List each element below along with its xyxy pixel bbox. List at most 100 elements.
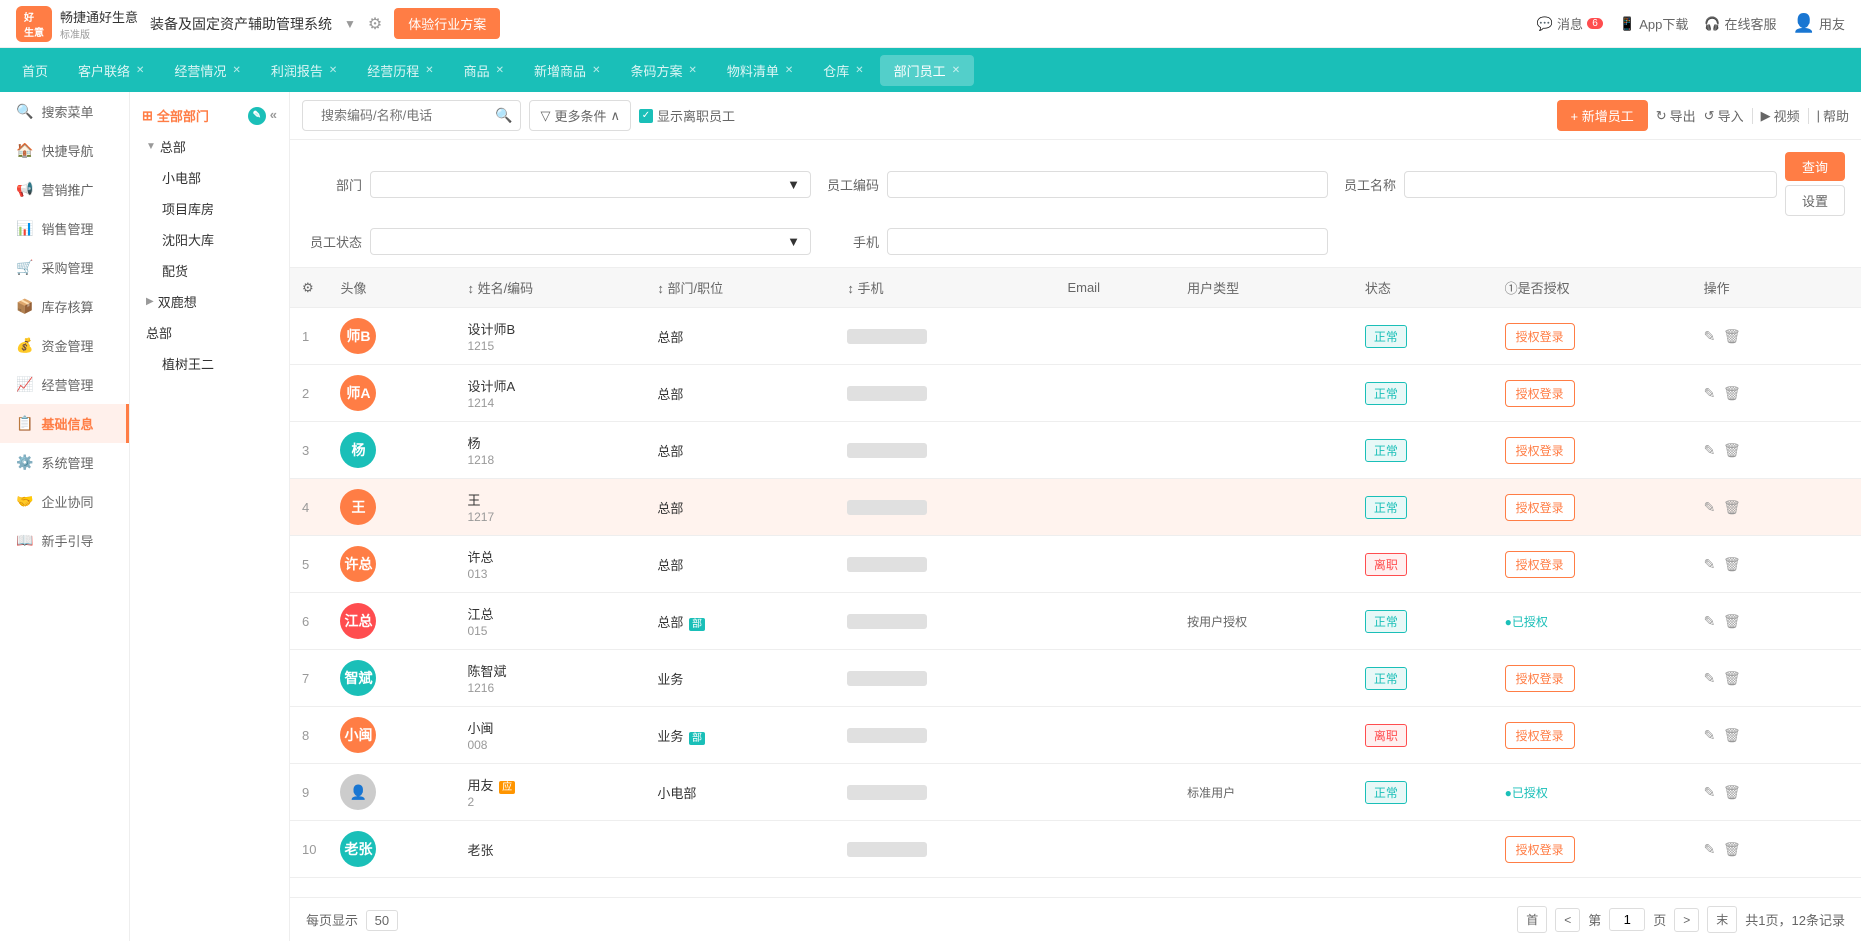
export-button[interactable]: ↻ 导出 (1656, 106, 1696, 125)
sidebar-item-企业协同[interactable]: 🤝企业协同 (0, 482, 129, 521)
dept-edit-icon[interactable]: ✎ (248, 107, 266, 125)
auth-button[interactable]: 授权登录 (1505, 380, 1575, 407)
online-service-item[interactable]: 🎧 在线客服 (1704, 14, 1776, 33)
help-button[interactable]: | 帮助 (1817, 106, 1849, 125)
sidebar-item-新手引导[interactable]: 📖新手引导 (0, 521, 129, 560)
delete-button[interactable]: 🗑 (1723, 556, 1741, 573)
prev-page-button[interactable]: < (1555, 908, 1580, 932)
close-icon[interactable]: ✕ (688, 65, 696, 76)
sidebar-item-快捷导航[interactable]: 🏠快捷导航 (0, 131, 129, 170)
close-icon[interactable]: ✕ (425, 65, 433, 76)
edit-button[interactable]: ✎ (1704, 613, 1716, 630)
tree-item-zhishu[interactable]: 植树王二 (130, 348, 289, 379)
edit-button[interactable]: ✎ (1704, 328, 1716, 345)
tree-item-xiangmuku[interactable]: 项目库房 (130, 193, 289, 224)
nav-tab-新增商品[interactable]: 新增商品✕ (520, 55, 614, 86)
auth-button[interactable]: 授权登录 (1505, 437, 1575, 464)
all-dept-label[interactable]: 全部部门 (157, 106, 209, 125)
col-phone[interactable]: ↕ 手机 (835, 268, 1055, 308)
close-icon[interactable]: ✕ (496, 65, 504, 76)
per-page-value[interactable]: 50 (366, 910, 398, 931)
user-item[interactable]: 👤 用友 (1793, 13, 1845, 34)
status-filter-select[interactable]: ▼ (370, 228, 811, 255)
edit-button[interactable]: ✎ (1704, 784, 1716, 801)
nav-tab-商品[interactable]: 商品✕ (450, 55, 518, 86)
dept-filter-select[interactable]: ▼ (370, 171, 811, 198)
query-button[interactable]: 查询 (1785, 152, 1845, 181)
nav-tab-条码方案[interactable]: 条码方案✕ (616, 55, 710, 86)
app-download-item[interactable]: 📱 App下载 (1619, 14, 1688, 33)
sidebar-item-资金管理[interactable]: 💰资金管理 (0, 326, 129, 365)
tree-item-zongbu2[interactable]: 总部 (130, 317, 289, 348)
delete-button[interactable]: 🗑 (1723, 727, 1741, 744)
system-title-dropdown[interactable]: ▼ (344, 17, 356, 31)
page-input[interactable] (1609, 908, 1645, 931)
edit-button[interactable]: ✎ (1704, 442, 1716, 459)
phone-filter-input[interactable] (887, 228, 1328, 255)
nav-tab-利润报告[interactable]: 利润报告✕ (257, 55, 351, 86)
tree-item-shenyang[interactable]: 沈阳大库 (130, 224, 289, 255)
sidebar-item-营销推广[interactable]: 📢营销推广 (0, 170, 129, 209)
delete-button[interactable]: 🗑 (1723, 613, 1741, 630)
nav-tab-首页[interactable]: 首页 (8, 55, 62, 86)
settings-icon[interactable]: ⚙ (368, 14, 382, 34)
nav-tab-物料清单[interactable]: 物料清单✕ (713, 55, 807, 86)
import-button[interactable]: ↺ 导入 (1704, 106, 1744, 125)
edit-button[interactable]: ✎ (1704, 727, 1716, 744)
search-button[interactable]: 🔍 (495, 107, 512, 124)
tree-item-peihuo[interactable]: 配货 (130, 255, 289, 286)
empname-filter-input[interactable] (1404, 171, 1777, 198)
nav-tab-经营情况[interactable]: 经营情况✕ (160, 55, 254, 86)
col-settings[interactable]: ⚙ (290, 268, 328, 308)
edit-button[interactable]: ✎ (1704, 841, 1716, 858)
auth-button[interactable]: 授权登录 (1505, 836, 1575, 863)
close-icon[interactable]: ✕ (592, 65, 600, 76)
sidebar-item-销售管理[interactable]: 📊销售管理 (0, 209, 129, 248)
close-icon[interactable]: ✕ (785, 65, 793, 76)
last-page-button[interactable]: 末 (1707, 906, 1737, 933)
tree-item-xiaodibu[interactable]: 小电部 (130, 162, 289, 193)
add-employee-button[interactable]: + 新增员工 (1557, 100, 1648, 131)
delete-button[interactable]: 🗑 (1723, 442, 1741, 459)
auth-button[interactable]: 授权登录 (1505, 323, 1575, 350)
show-resigned-check[interactable]: ✓ 显示离职员工 (639, 106, 735, 125)
dept-collapse-icon[interactable]: « (270, 107, 277, 125)
trial-button[interactable]: 体验行业方案 (394, 8, 500, 39)
col-dept[interactable]: ↕ 部门/职位 (645, 268, 835, 308)
close-icon[interactable]: ✕ (136, 65, 144, 76)
delete-button[interactable]: 🗑 (1723, 499, 1741, 516)
auth-button[interactable]: 授权登录 (1505, 494, 1575, 521)
delete-button[interactable]: 🗑 (1723, 841, 1741, 858)
auth-button[interactable]: 授权登录 (1505, 722, 1575, 749)
tree-item-general[interactable]: ▼ 总部 (130, 131, 289, 162)
edit-button[interactable]: ✎ (1704, 499, 1716, 516)
edit-button[interactable]: ✎ (1704, 556, 1716, 573)
filter-more-button[interactable]: ▽ 更多条件 ∧ (529, 100, 631, 131)
message-item[interactable]: 💬 消息 6 (1537, 14, 1603, 33)
close-icon[interactable]: ✕ (952, 65, 960, 76)
edit-button[interactable]: ✎ (1704, 385, 1716, 402)
nav-tab-经营历程[interactable]: 经营历程✕ (353, 55, 447, 86)
tree-item-shuanglu[interactable]: ▶ 双鹿想 (130, 286, 289, 317)
search-input[interactable] (311, 103, 491, 128)
close-icon[interactable]: ✕ (329, 65, 337, 76)
close-icon[interactable]: ✕ (855, 65, 863, 76)
sidebar-item-经营管理[interactable]: 📈经营管理 (0, 365, 129, 404)
sidebar-item-基础信息[interactable]: 📋基础信息 (0, 404, 129, 443)
nav-tab-仓库[interactable]: 仓库✕ (809, 55, 877, 86)
auth-button[interactable]: 授权登录 (1505, 665, 1575, 692)
next-page-button[interactable]: > (1674, 908, 1699, 932)
auth-button[interactable]: 授权登录 (1505, 551, 1575, 578)
reset-button[interactable]: 设置 (1785, 185, 1845, 216)
edit-button[interactable]: ✎ (1704, 670, 1716, 687)
sidebar-item-系统管理[interactable]: ⚙️系统管理 (0, 443, 129, 482)
delete-button[interactable]: 🗑 (1723, 670, 1741, 687)
close-icon[interactable]: ✕ (232, 65, 240, 76)
delete-button[interactable]: 🗑 (1723, 784, 1741, 801)
nav-tab-客户联络[interactable]: 客户联络✕ (64, 55, 158, 86)
sidebar-item-库存核算[interactable]: 📦库存核算 (0, 287, 129, 326)
view-button[interactable]: ▶ 视频 (1761, 106, 1800, 125)
delete-button[interactable]: 🗑 (1723, 385, 1741, 402)
delete-button[interactable]: 🗑 (1723, 328, 1741, 345)
show-resigned-checkbox[interactable]: ✓ (639, 109, 653, 123)
